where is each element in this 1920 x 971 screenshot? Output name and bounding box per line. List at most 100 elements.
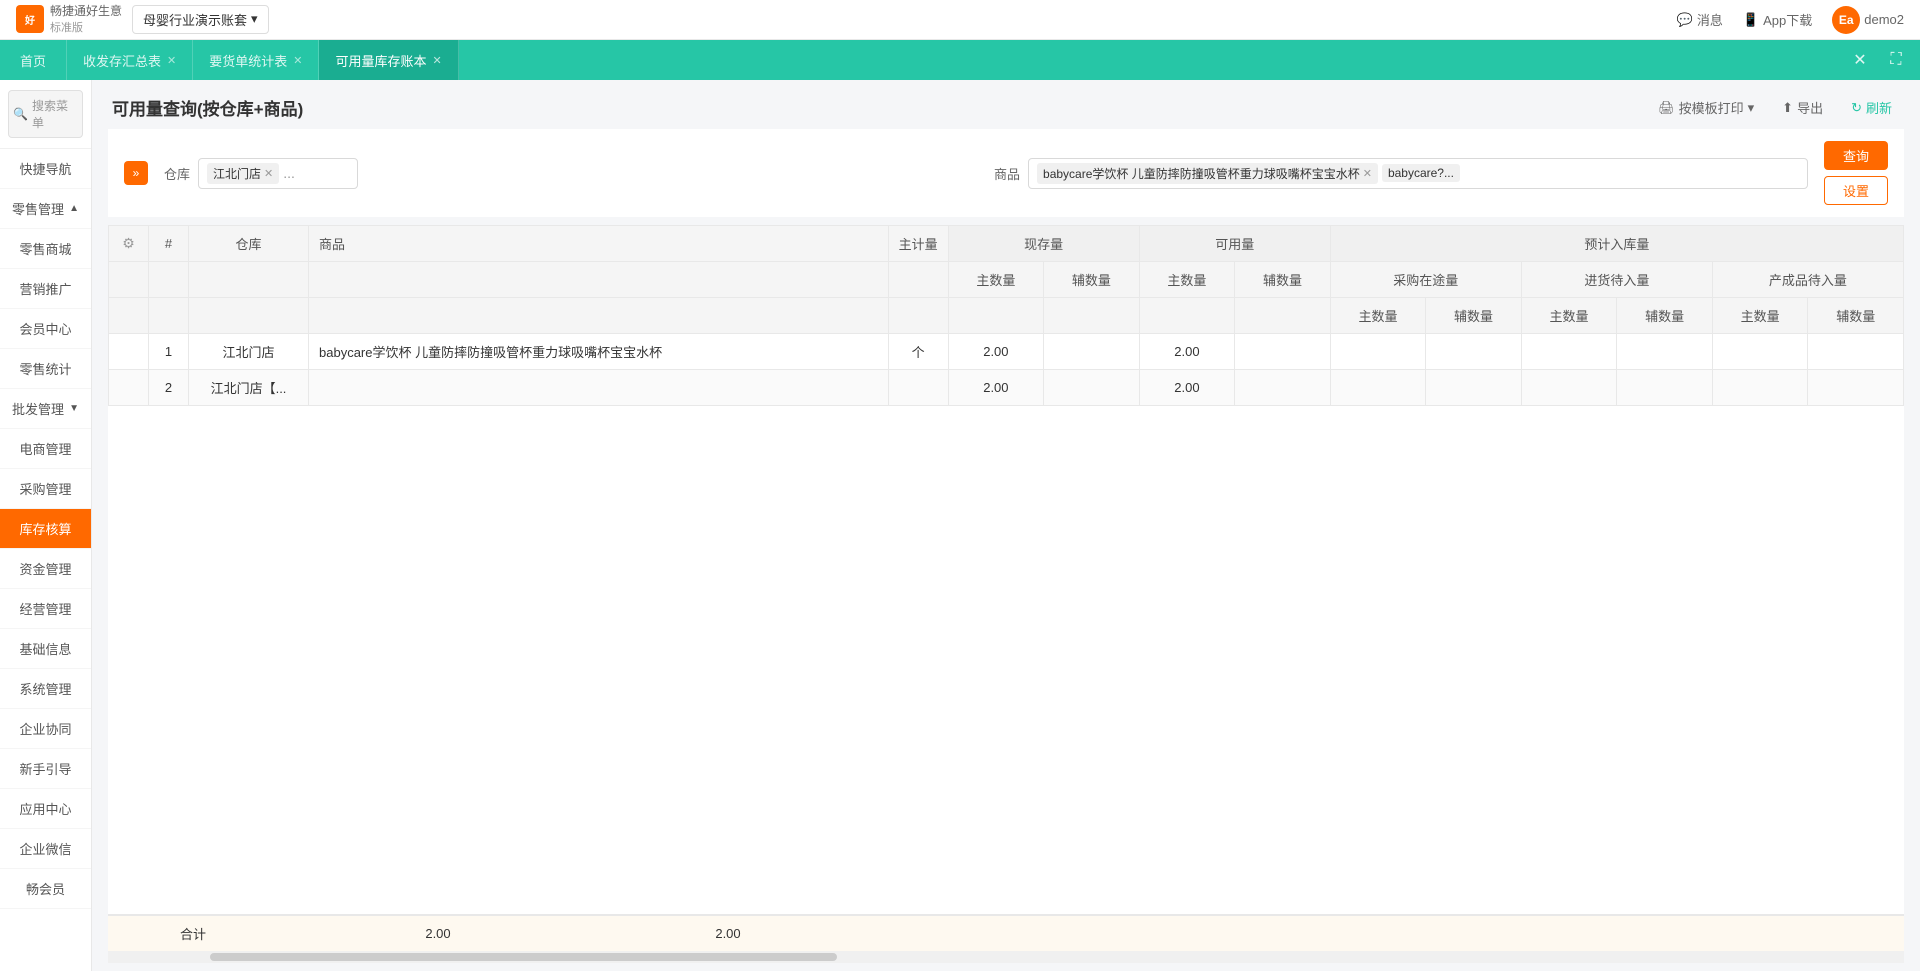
- page-header: 可用量查询(按仓库+商品) 🖨 按模板打印 ▾ ⬆ 导出 ↻ 刷新: [92, 80, 1920, 129]
- cell-unit: [888, 370, 948, 406]
- filter-expand-btn[interactable]: »: [124, 161, 148, 185]
- print-btn[interactable]: 🖨 按模板打印 ▾: [1650, 94, 1762, 121]
- sidebar-item-ecommerce[interactable]: 电商管理: [0, 429, 91, 469]
- query-button[interactable]: 查询: [1824, 141, 1888, 170]
- filter-warehouse-group: 仓库 江北门店 ✕ ...: [164, 158, 978, 189]
- sidebar-item-vip-member[interactable]: 畅会员: [0, 869, 91, 909]
- cell-pen-main: [1521, 334, 1617, 370]
- cell-avail-main: 2.00: [1139, 370, 1235, 406]
- sidebar-item-basic-info[interactable]: 基础信息: [0, 629, 91, 669]
- filter-product-group: 商品 babycare学饮杯 儿童防摔防撞吸管杯重力球吸嘴杯宝宝水杯 ✕ bab…: [994, 158, 1808, 189]
- cell-product: babycare学饮杯 儿童防摔防撞吸管杯重力球吸嘴杯宝宝水杯: [309, 334, 889, 370]
- tab-order-stats-close[interactable]: ✕: [293, 54, 302, 67]
- th-setting: ⚙: [109, 226, 149, 262]
- tab-home-label: 首页: [20, 51, 46, 70]
- footer-stock-main: 2.00: [268, 926, 608, 941]
- sidebar-item-finance[interactable]: 资金管理: [0, 549, 91, 589]
- filter-actions: 查询 设置: [1824, 141, 1888, 205]
- sidebar-item-purchase-mgmt-label: 采购管理: [19, 479, 71, 498]
- tab-order-stats[interactable]: 要货单统计表 ✕: [193, 40, 319, 80]
- message-btn[interactable]: 💬 消息: [1677, 10, 1723, 29]
- scrollbar[interactable]: [108, 951, 1904, 963]
- product-tag-1-value: babycare学饮杯 儿童防摔防撞吸管杯重力球吸嘴杯宝宝水杯: [1043, 165, 1360, 182]
- tab-fullscreen-btn[interactable]: ⛶: [1882, 46, 1910, 74]
- tab-order-stats-label: 要货单统计表: [209, 51, 287, 70]
- sidebar-item-enterprise[interactable]: 企业协同: [0, 709, 91, 749]
- setting-button[interactable]: 设置: [1824, 176, 1888, 205]
- chevron-down-icon-2: ▼: [69, 403, 79, 414]
- warehouse-input[interactable]: 江北门店 ✕ ...: [198, 158, 358, 189]
- warehouse-tag-remove[interactable]: ✕: [264, 167, 273, 180]
- logo-text: 畅捷通好生意: [50, 4, 122, 18]
- search-menu-label: 搜索菜单: [32, 97, 78, 131]
- cell-fin-main: [1712, 334, 1808, 370]
- sidebar-item-enterprise-wechat[interactable]: 企业微信: [0, 829, 91, 869]
- sidebar-item-inventory[interactable]: 库存核算: [0, 509, 91, 549]
- cell-warehouse: 江北门店【...: [189, 370, 309, 406]
- tab-income-expense-close[interactable]: ✕: [167, 54, 176, 67]
- th2-s1: [948, 298, 1044, 334]
- cell-warehouse: 江北门店: [189, 334, 309, 370]
- sidebar-item-purchase-mgmt[interactable]: 采购管理: [0, 469, 91, 509]
- product-input[interactable]: babycare学饮杯 儿童防摔防撞吸管杯重力球吸嘴杯宝宝水杯 ✕ babyca…: [1028, 158, 1808, 189]
- search-menu-btn[interactable]: 🔍 搜索菜单: [8, 90, 83, 138]
- th-avail-sub: 辅数量: [1235, 262, 1331, 298]
- th2-pur-main: 主数量: [1330, 298, 1426, 334]
- table-footer: 合计 2.00 2.00: [108, 914, 1904, 951]
- nav-tabs: 首页 收发存汇总表 ✕ 要货单统计表 ✕ 可用量库存账本 ✕ ✕ ⛶: [0, 40, 1920, 80]
- sidebar-item-wholesale-mgmt[interactable]: 批发管理 ▼: [0, 389, 91, 429]
- sidebar-item-finance-label: 资金管理: [19, 559, 71, 578]
- sidebar-item-member[interactable]: 会员中心: [0, 309, 91, 349]
- sidebar-item-retail-mall[interactable]: 零售商城: [0, 229, 91, 269]
- avatar: Ea: [1832, 6, 1860, 34]
- table-container: ⚙ # 仓库 商品 主计量 现存量 可用量 预计入库量: [108, 225, 1904, 914]
- sidebar-item-enterprise-wechat-label: 企业微信: [19, 839, 71, 858]
- sidebar-item-system[interactable]: 系统管理: [0, 669, 91, 709]
- warehouse-more-btn[interactable]: ...: [283, 165, 295, 181]
- tab-inventory-ledger-close[interactable]: ✕: [433, 54, 442, 67]
- th-planned-inbound: 预计入库量: [1330, 226, 1903, 262]
- refresh-btn[interactable]: ↻ 刷新: [1843, 94, 1900, 121]
- th-warehouse: 仓库: [189, 226, 309, 262]
- cell-pen-main: [1521, 370, 1617, 406]
- app-download-btn[interactable]: 📱 App下载: [1743, 10, 1812, 29]
- sidebar-item-marketing[interactable]: 营销推广: [0, 269, 91, 309]
- industry-selector[interactable]: 母婴行业演示账套 ▾: [132, 5, 269, 34]
- product-tag-1-remove[interactable]: ✕: [1363, 167, 1372, 180]
- tab-inventory-ledger[interactable]: 可用量库存账本 ✕: [319, 40, 458, 80]
- sidebar-item-retail-stats[interactable]: 零售统计: [0, 349, 91, 389]
- tab-home[interactable]: 首页: [0, 40, 67, 80]
- cell-pur-main: [1330, 334, 1426, 370]
- logo-sub: 标准版: [50, 19, 122, 35]
- logo-area: 好 畅捷通好生意 标准版: [16, 4, 122, 34]
- tab-income-expense[interactable]: 收发存汇总表 ✕: [67, 40, 193, 80]
- tab-close-all-btn[interactable]: ✕: [1846, 46, 1874, 74]
- phone-icon: 📱: [1743, 12, 1759, 28]
- sidebar-item-member-label: 会员中心: [19, 319, 71, 338]
- scrollbar-thumb[interactable]: [210, 953, 837, 961]
- chevron-down-icon: ▾: [251, 11, 258, 27]
- cell-setting: [109, 370, 149, 406]
- sidebar-item-retail-mgmt[interactable]: 零售管理 ▲: [0, 189, 91, 229]
- chevron-icon: ▲: [69, 203, 79, 214]
- page-title: 可用量查询(按仓库+商品): [112, 95, 303, 120]
- sidebar-item-operations[interactable]: 经营管理: [0, 589, 91, 629]
- user-area[interactable]: Ea demo2: [1832, 6, 1904, 34]
- logo-text-block: 畅捷通好生意 标准版: [50, 4, 122, 34]
- th2-a2: [1235, 298, 1331, 334]
- sidebar-item-quick-nav-label: 快捷导航: [19, 159, 71, 178]
- sidebar-item-newbie[interactable]: 新手引导: [0, 749, 91, 789]
- sidebar-item-app-center[interactable]: 应用中心: [0, 789, 91, 829]
- cell-avail-main: 2.00: [1139, 334, 1235, 370]
- sidebar-item-quick-nav[interactable]: 快捷导航: [0, 149, 91, 189]
- export-label: 导出: [1797, 98, 1823, 117]
- gear-icon[interactable]: ⚙: [122, 235, 135, 251]
- th2-a1: [1139, 298, 1235, 334]
- footer-values: 2.00 2.00: [268, 926, 1894, 941]
- export-btn[interactable]: ⬆ 导出: [1774, 94, 1831, 121]
- th-stock-main: 主数量: [948, 262, 1044, 298]
- cell-seq: 2: [149, 370, 189, 406]
- th2-pen-main: 主数量: [1521, 298, 1617, 334]
- cell-fin-sub: [1808, 334, 1904, 370]
- expand-icon: »: [133, 166, 140, 180]
